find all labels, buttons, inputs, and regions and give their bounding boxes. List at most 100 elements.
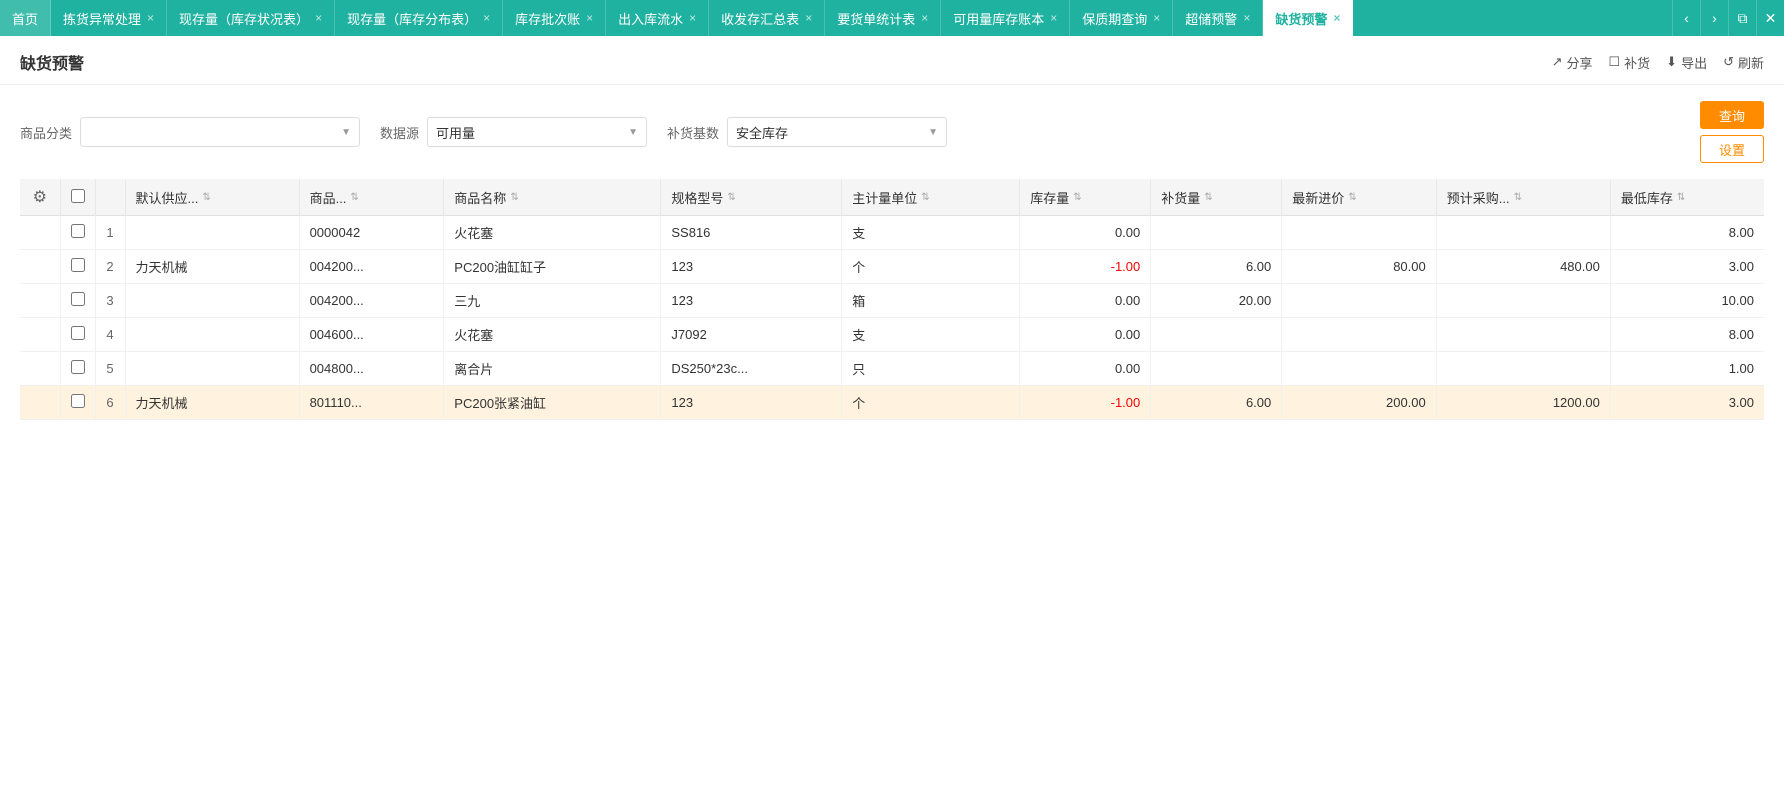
row-goods-name-4: 离合片 [444, 352, 661, 386]
table-row: 4 004600... 火花塞 J7092 支 0.00 8.00 [20, 318, 1764, 352]
row-num-2: 3 [95, 284, 125, 318]
nav-close-button[interactable]: ✕ [1756, 0, 1784, 36]
row-goods-code-1: 004200... [299, 250, 444, 284]
filter-datasource-group: 数据源 可用量 ▼ [380, 117, 647, 147]
col-stock[interactable]: 库存量 ⇅ [1020, 179, 1151, 216]
row-latest-price-4 [1282, 352, 1437, 386]
row-gear-cell [20, 386, 60, 420]
nav-tab-expire-query-close[interactable]: × [1153, 11, 1160, 25]
row-checkbox-cell [60, 250, 95, 284]
category-select[interactable]: ▼ [80, 117, 360, 147]
row-checkbox-4[interactable] [71, 360, 85, 374]
nav-tab-stock-dist[interactable]: 现存量（库存分布表） × [335, 0, 503, 36]
replenish-base-select[interactable]: 安全库存 ▼ [727, 117, 947, 147]
col-goods-code[interactable]: 商品... ⇅ [299, 179, 444, 216]
row-min-stock-1: 3.00 [1610, 250, 1764, 284]
nav-tab-overstock-close[interactable]: × [1243, 11, 1250, 25]
nav-tab-shortage-label: 缺货预警 [1275, 9, 1327, 28]
nav-tab-receive-summary-close[interactable]: × [805, 11, 812, 25]
page-header: 缺货预警 ↗ 分享 ☐ 补货 ⬇ 导出 ↺ 刷新 [0, 36, 1784, 85]
row-goods-name-1: PC200油缸缸子 [444, 250, 661, 284]
col-latest-price-label: 最新进价 [1292, 188, 1344, 207]
nav-tab-avail-ledger-close[interactable]: × [1050, 11, 1057, 25]
column-settings-icon[interactable]: ⚙ [33, 187, 47, 207]
nav-tab-expire-query-label: 保质期查询 [1082, 9, 1147, 28]
nav-tab-expire-query[interactable]: 保质期查询 × [1070, 0, 1173, 36]
nav-tab-shortage[interactable]: 缺货预警 × [1263, 0, 1353, 36]
nav-controls: ‹ › ⧉ ✕ [1672, 0, 1784, 36]
nav-restore-button[interactable]: ⧉ [1728, 0, 1756, 36]
select-all-checkbox[interactable] [71, 189, 85, 203]
data-table: ⚙ 默认供应... ⇅ 商品.. [20, 179, 1764, 420]
row-gear-cell [20, 216, 60, 250]
replenish-label: 补货 [1624, 53, 1650, 72]
col-gear: ⚙ [20, 179, 60, 216]
nav-tab-order-stats-close[interactable]: × [921, 11, 928, 25]
nav-tab-batch-account-close[interactable]: × [586, 11, 593, 25]
nav-tab-overstock[interactable]: 超储预警 × [1173, 0, 1263, 36]
col-supplier[interactable]: 默认供应... ⇅ [125, 179, 299, 216]
row-unit-1: 个 [842, 250, 1020, 284]
datasource-select[interactable]: 可用量 ▼ [427, 117, 647, 147]
row-num-4: 5 [95, 352, 125, 386]
nav-tab-order-stats[interactable]: 要货单统计表 × [825, 0, 941, 36]
row-replenish-qty-1: 6.00 [1151, 250, 1282, 284]
col-num [95, 179, 125, 216]
refresh-icon: ↺ [1723, 54, 1734, 70]
nav-tab-receive-summary-label: 收发存汇总表 [721, 9, 799, 28]
row-latest-price-2 [1282, 284, 1437, 318]
page-title: 缺货预警 [20, 50, 84, 74]
row-min-stock-5: 3.00 [1610, 386, 1764, 420]
nav-tab-batch-account[interactable]: 库存批次账 × [503, 0, 606, 36]
col-spec[interactable]: 规格型号 ⇅ [661, 179, 842, 216]
share-button[interactable]: ↗ 分享 [1552, 53, 1593, 72]
row-checkbox-cell [60, 216, 95, 250]
nav-prev-button[interactable]: ‹ [1672, 0, 1700, 36]
filter-bar: 商品分类 ▼ 数据源 可用量 ▼ 补货基数 安全库存 ▼ 查询 设置 [0, 85, 1784, 179]
row-goods-name-2: 三九 [444, 284, 661, 318]
category-dropdown-icon: ▼ [341, 127, 351, 138]
row-checkbox-2[interactable] [71, 292, 85, 306]
row-checkbox-0[interactable] [71, 224, 85, 238]
nav-tab-stock-status[interactable]: 现存量（库存状况表） × [167, 0, 335, 36]
nav-tab-home[interactable]: 首页 [0, 0, 51, 36]
row-spec-5: 123 [661, 386, 842, 420]
col-est-purchase[interactable]: 预计采购... ⇅ [1436, 179, 1610, 216]
nav-tab-unusual[interactable]: 拣货异常处理 × [51, 0, 167, 36]
nav-tab-unusual-close[interactable]: × [147, 11, 154, 25]
col-latest-price[interactable]: 最新进价 ⇅ [1282, 179, 1437, 216]
row-num-0: 1 [95, 216, 125, 250]
col-unit[interactable]: 主计量单位 ⇅ [842, 179, 1020, 216]
nav-tab-stock-dist-close[interactable]: × [483, 11, 490, 25]
row-checkbox-cell [60, 318, 95, 352]
row-checkbox-5[interactable] [71, 394, 85, 408]
refresh-button[interactable]: ↺ 刷新 [1723, 53, 1764, 72]
col-replenish-qty[interactable]: 补货量 ⇅ [1151, 179, 1282, 216]
nav-tab-stock-status-close[interactable]: × [315, 11, 322, 25]
nav-tab-inout-flow-close[interactable]: × [689, 11, 696, 25]
row-stock-3: 0.00 [1020, 318, 1151, 352]
settings-button[interactable]: 设置 [1700, 135, 1764, 163]
nav-tab-shortage-close[interactable]: × [1333, 11, 1340, 25]
row-spec-1: 123 [661, 250, 842, 284]
row-checkbox-1[interactable] [71, 258, 85, 272]
nav-next-button[interactable]: › [1700, 0, 1728, 36]
row-replenish-qty-5: 6.00 [1151, 386, 1282, 420]
replenish-base-select-value: 安全库存 [736, 123, 924, 142]
replenish-button[interactable]: ☐ 补货 [1608, 53, 1650, 72]
supplier-sort-icon: ⇅ [202, 192, 210, 203]
col-goods-name[interactable]: 商品名称 ⇅ [444, 179, 661, 216]
row-supplier-5: 力天机械 [125, 386, 299, 420]
nav-tab-receive-summary[interactable]: 收发存汇总表 × [709, 0, 825, 36]
datasource-select-value: 可用量 [436, 123, 624, 142]
nav-tab-inout-flow[interactable]: 出入库流水 × [606, 0, 709, 36]
row-gear-cell [20, 352, 60, 386]
query-button[interactable]: 查询 [1700, 101, 1764, 129]
row-latest-price-3 [1282, 318, 1437, 352]
row-min-stock-0: 8.00 [1610, 216, 1764, 250]
row-stock-1: -1.00 [1020, 250, 1151, 284]
export-button[interactable]: ⬇ 导出 [1666, 53, 1707, 72]
row-checkbox-3[interactable] [71, 326, 85, 340]
col-min-stock[interactable]: 最低库存 ⇅ [1610, 179, 1764, 216]
nav-tab-avail-ledger[interactable]: 可用量库存账本 × [941, 0, 1070, 36]
